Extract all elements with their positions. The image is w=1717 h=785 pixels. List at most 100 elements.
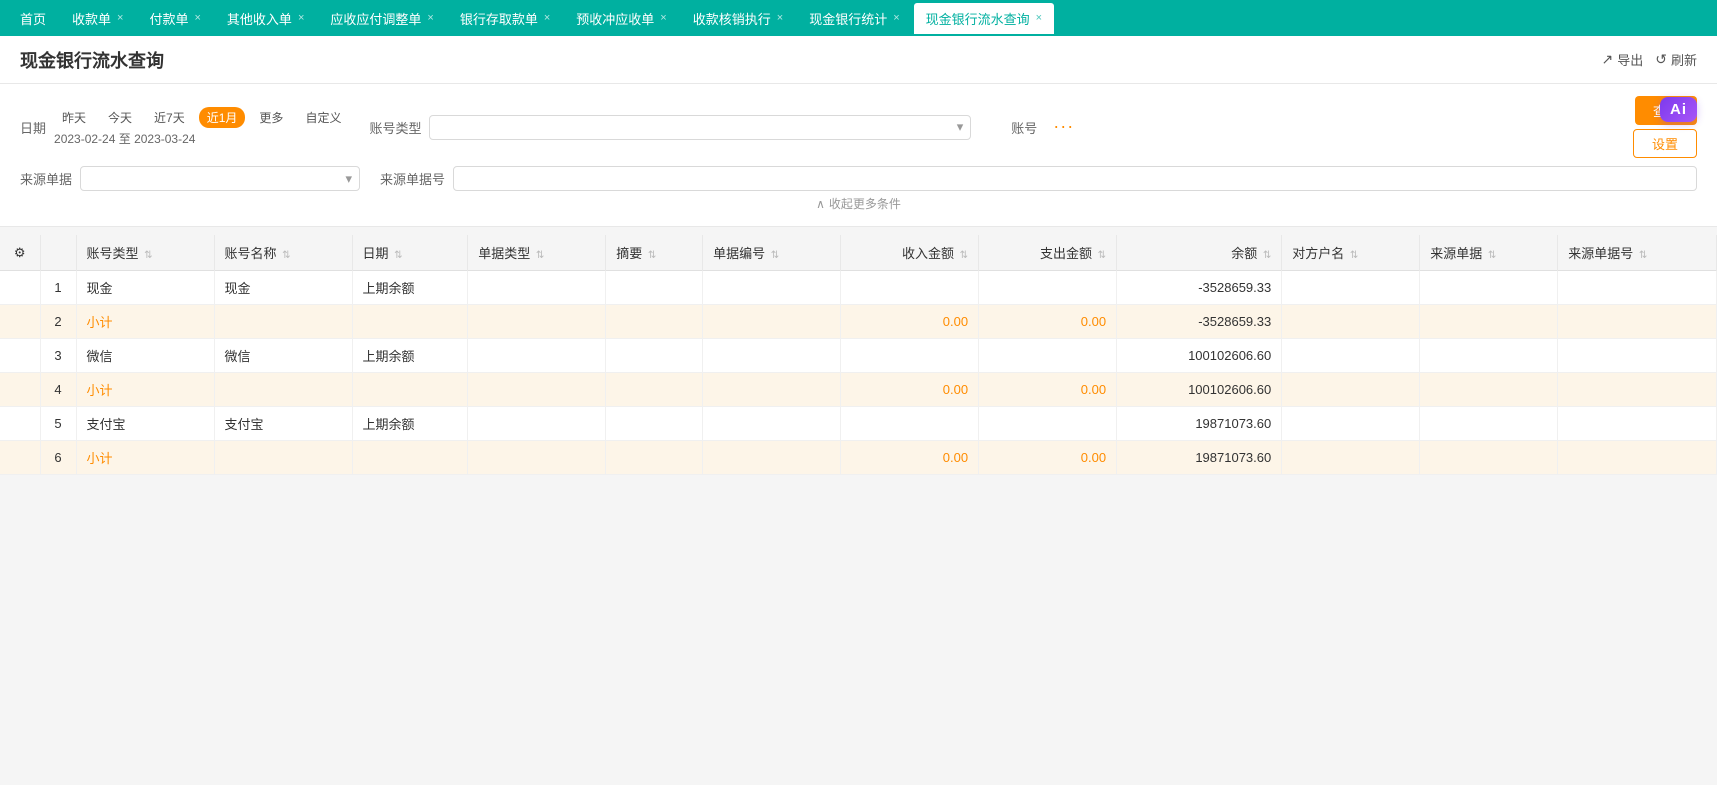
date-btn-custom[interactable]: 自定义 xyxy=(297,107,349,128)
account-type-select[interactable] xyxy=(429,115,971,140)
nav-tab-7[interactable]: 现金银行统计 × xyxy=(797,3,911,34)
source-doc-select[interactable] xyxy=(80,166,360,191)
nav-tab-8[interactable]: 现金银行流水查询 × xyxy=(914,3,1054,34)
table-container: ⚙ 账号类型 ⇅ 账号名称 ⇅ 日期 ⇅ 单据类型 ⇅ xyxy=(0,235,1717,475)
sort-icon-source-doc-no: ⇅ xyxy=(1639,250,1647,261)
export-button[interactable]: ↗ 导出 xyxy=(1602,50,1644,69)
table-row[interactable]: 3微信微信上期余额100102606.60 xyxy=(0,339,1717,373)
td-account-type: 小计 xyxy=(76,373,214,407)
th-income[interactable]: 收入金额 ⇅ xyxy=(841,235,979,271)
date-btn-more[interactable]: 更多 xyxy=(251,107,291,128)
th-account-name[interactable]: 账号名称 ⇅ xyxy=(214,235,352,271)
td-gear xyxy=(0,441,40,475)
th-gear[interactable]: ⚙ xyxy=(0,235,40,271)
refresh-button[interactable]: ↺ 刷新 xyxy=(1655,50,1697,69)
td-income xyxy=(841,271,979,305)
td-income: 0.00 xyxy=(841,305,979,339)
table-row[interactable]: 2小计0.000.00-3528659.33 xyxy=(0,305,1717,339)
nav-home[interactable]: 首页 xyxy=(8,3,58,34)
sort-icon-income: ⇅ xyxy=(960,250,968,261)
nav-close-5[interactable]: × xyxy=(660,12,666,24)
table-row[interactable]: 5支付宝支付宝上期余额19871073.60 xyxy=(0,407,1717,441)
th-account-type[interactable]: 账号类型 ⇅ xyxy=(76,235,214,271)
th-doc-type[interactable]: 单据类型 ⇅ xyxy=(468,235,606,271)
ai-assistant-badge[interactable]: Ai xyxy=(1660,97,1697,122)
nav-tab-label-2: 其他收入单 xyxy=(227,9,292,28)
sort-icon-date: ⇅ xyxy=(394,250,402,261)
nav-tab-label-4: 银行存取款单 xyxy=(460,9,538,28)
td-balance: 19871073.60 xyxy=(1117,407,1282,441)
td-expense: 0.00 xyxy=(979,373,1117,407)
date-btn-yesterday[interactable]: 昨天 xyxy=(54,107,94,128)
nav-home-label: 首页 xyxy=(20,9,46,28)
nav-tab-1[interactable]: 付款单 × xyxy=(137,3,212,34)
nav-tab-0[interactable]: 收款单 × xyxy=(60,3,135,34)
nav-tab-label-6: 收款核销执行 xyxy=(693,9,771,28)
nav-close-1[interactable]: × xyxy=(194,12,200,24)
td-doc-type xyxy=(468,339,606,373)
nav-tab-2[interactable]: 其他收入单 × xyxy=(215,3,316,34)
th-source-doc-no-label: 来源单据号 xyxy=(1568,246,1633,261)
date-btn-1month[interactable]: 近1月 xyxy=(199,107,246,128)
date-range-display: 2023-02-24 至 2023-03-24 xyxy=(54,130,349,147)
td-expense: 0.00 xyxy=(979,441,1117,475)
nav-tab-label-7: 现金银行统计 xyxy=(809,9,887,28)
td-summary xyxy=(606,407,703,441)
td-index: 2 xyxy=(40,305,76,339)
td-index: 3 xyxy=(40,339,76,373)
nav-tab-5[interactable]: 预收冲应收单 × xyxy=(564,3,678,34)
main-table: ⚙ 账号类型 ⇅ 账号名称 ⇅ 日期 ⇅ 单据类型 ⇅ xyxy=(0,235,1717,475)
td-account-name: 微信 xyxy=(214,339,352,373)
nav-close-3[interactable]: × xyxy=(427,12,433,24)
th-source-doc[interactable]: 来源单据 ⇅ xyxy=(1420,235,1558,271)
top-nav: 首页 收款单 × 付款单 × 其他收入单 × 应收应付调整单 × 银行存取款单 … xyxy=(0,0,1717,36)
th-expense[interactable]: 支出金额 ⇅ xyxy=(979,235,1117,271)
nav-close-6[interactable]: × xyxy=(777,12,783,24)
nav-tab-6[interactable]: 收款核销执行 × xyxy=(681,3,795,34)
nav-tab-label-0: 收款单 xyxy=(72,9,111,28)
td-expense xyxy=(979,271,1117,305)
date-btn-7days[interactable]: 近7天 xyxy=(146,107,193,128)
table-row[interactable]: 1现金现金上期余额-3528659.33 xyxy=(0,271,1717,305)
td-doc-no xyxy=(703,441,841,475)
td-account-type: 小计 xyxy=(76,441,214,475)
nav-tab-4[interactable]: 银行存取款单 × xyxy=(448,3,562,34)
sort-icon-account-type: ⇅ xyxy=(144,250,152,261)
th-balance[interactable]: 余额 ⇅ xyxy=(1117,235,1282,271)
collapse-bar[interactable]: ∧ 收起更多条件 xyxy=(20,191,1697,218)
td-source-doc-no xyxy=(1558,373,1717,407)
source-doc-no-input[interactable] xyxy=(453,166,1697,191)
td-source-doc xyxy=(1420,271,1558,305)
th-date-label: 日期 xyxy=(363,246,389,261)
date-btn-today[interactable]: 今天 xyxy=(100,107,140,128)
nav-close-4[interactable]: × xyxy=(544,12,550,24)
date-shortcuts: 昨天 今天 近7天 近1月 更多 自定义 xyxy=(54,107,349,128)
filter-row-1: 日期 昨天 今天 近7天 近1月 更多 自定义 2023-02-24 至 202… xyxy=(20,96,1697,158)
th-doc-no[interactable]: 单据编号 ⇅ xyxy=(703,235,841,271)
nav-close-2[interactable]: × xyxy=(298,12,304,24)
table-row[interactable]: 6小计0.000.0019871073.60 xyxy=(0,441,1717,475)
th-counterpart[interactable]: 对方户名 ⇅ xyxy=(1282,235,1420,271)
date-label: 日期 xyxy=(20,118,46,137)
nav-close-0[interactable]: × xyxy=(117,12,123,24)
td-doc-no xyxy=(703,339,841,373)
more-dots-icon[interactable]: ··· xyxy=(1053,116,1074,137)
nav-tab-3[interactable]: 应收应付调整单 × xyxy=(318,3,445,34)
settings-button[interactable]: 设置 xyxy=(1633,129,1697,158)
td-account-type: 现金 xyxy=(76,271,214,305)
td-date: 上期余额 xyxy=(352,407,468,441)
account-type-group: 账号类型 ▾ xyxy=(369,115,971,140)
nav-close-7[interactable]: × xyxy=(893,12,899,24)
table-row[interactable]: 4小计0.000.00100102606.60 xyxy=(0,373,1717,407)
td-source-doc xyxy=(1420,305,1558,339)
nav-close-8[interactable]: × xyxy=(1036,12,1042,24)
th-source-doc-no[interactable]: 来源单据号 ⇅ xyxy=(1558,235,1717,271)
account-type-label: 账号类型 xyxy=(369,118,421,137)
sort-icon-balance: ⇅ xyxy=(1263,250,1271,261)
th-date[interactable]: 日期 ⇅ xyxy=(352,235,468,271)
sort-icon-account-name: ⇅ xyxy=(282,250,290,261)
td-expense: 0.00 xyxy=(979,305,1117,339)
th-summary[interactable]: 摘要 ⇅ xyxy=(606,235,703,271)
th-doc-no-label: 单据编号 xyxy=(713,246,765,261)
sort-icon-doc-type: ⇅ xyxy=(536,250,544,261)
